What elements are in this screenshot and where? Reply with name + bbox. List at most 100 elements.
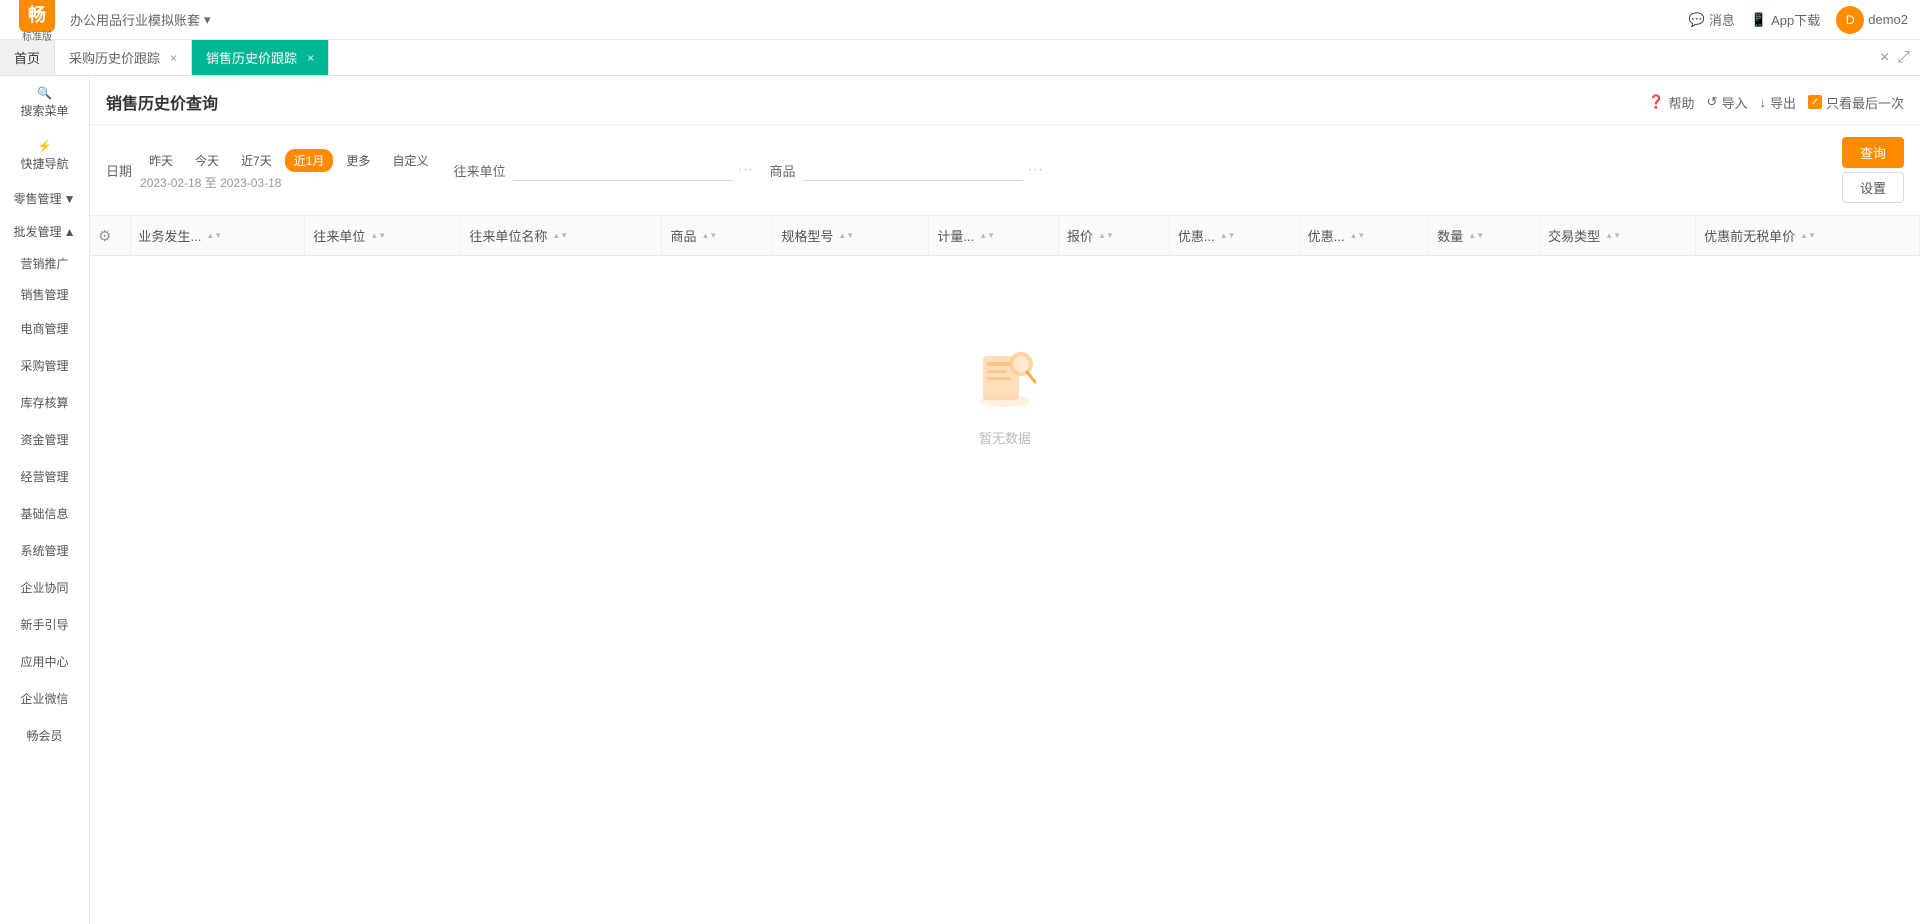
- col-pretax-price[interactable]: 优惠前无税单价 ▲▼: [1696, 216, 1920, 256]
- date-btn-more[interactable]: 更多: [337, 149, 379, 172]
- message-btn[interactable]: 💬 消息: [1689, 10, 1735, 29]
- sidebar-label-search-menu: 搜索菜单: [20, 102, 68, 119]
- import-btn[interactable]: ↺ 导入: [1707, 93, 1748, 112]
- app-selector[interactable]: 办公用品行业模拟账套 ▾: [70, 10, 211, 29]
- sidebar-item-quick-nav[interactable]: ⚡ 快捷导航: [0, 129, 89, 182]
- tab-sales-history-close[interactable]: ×: [307, 52, 314, 64]
- date-btn-7days[interactable]: 近7天: [232, 149, 281, 172]
- query-button[interactable]: 查询: [1842, 137, 1904, 168]
- sidebar-item-purchase[interactable]: 采购管理: [0, 347, 89, 384]
- col-spec[interactable]: 规格型号 ▲▼: [773, 216, 929, 256]
- empty-illustration: [965, 336, 1045, 416]
- sidebar-item-sales-mgmt[interactable]: 销售管理: [0, 279, 89, 310]
- page-title: 销售历史价查询: [106, 90, 218, 114]
- sidebar-item-enterprise-wechat[interactable]: 企业微信: [0, 680, 89, 717]
- only-last-checkbox[interactable]: ✓ 只看最后一次: [1808, 93, 1904, 112]
- sort-biz-date-icon: ▲▼: [206, 231, 222, 240]
- sort-trade-type-icon: ▲▼: [1605, 231, 1621, 240]
- sidebar-item-enterprise-collab[interactable]: 企业协同: [0, 569, 89, 606]
- export-label: 导出: [1770, 93, 1796, 112]
- col-partner-name[interactable]: 往来单位名称 ▲▼: [461, 216, 662, 256]
- settings-button[interactable]: 设置: [1842, 172, 1904, 203]
- sidebar-item-wholesale-mgmt[interactable]: 批发管理 ▲: [0, 215, 89, 248]
- settings-gear-icon[interactable]: ⚙: [98, 228, 111, 245]
- sidebar-label-member: 畅会员: [26, 727, 62, 744]
- col-quantity[interactable]: 数量 ▲▼: [1429, 216, 1540, 256]
- col-biz-date[interactable]: 业务发生... ▲▼: [130, 216, 305, 256]
- partner-input-group: ···: [513, 159, 753, 181]
- logo-icon: 畅: [19, 0, 55, 32]
- sidebar-label-operations: 经营管理: [20, 468, 68, 485]
- tab-purchase-history-label: 采购历史价跟踪: [69, 48, 160, 67]
- tabbar: 首页 采购历史价跟踪 × 销售历史价跟踪 × × ⤢: [0, 40, 1920, 76]
- sort-quote-icon: ▲▼: [1098, 231, 1114, 240]
- main-content: 销售历史价查询 ❓ 帮助 ↺ 导入 ↓ 导出 ✓: [90, 76, 1920, 924]
- col-discount1[interactable]: 优惠... ▲▼: [1169, 216, 1299, 256]
- sort-pretax-price-icon: ▲▼: [1800, 231, 1816, 240]
- sidebar-item-finance[interactable]: 资金管理: [0, 421, 89, 458]
- col-quote[interactable]: 报价 ▲▼: [1059, 216, 1170, 256]
- sidebar-item-ecommerce[interactable]: 电商管理: [0, 310, 89, 347]
- col-unit[interactable]: 计量... ▲▼: [929, 216, 1059, 256]
- user-profile[interactable]: D demo2: [1836, 6, 1908, 34]
- import-icon: ↺: [1707, 94, 1718, 110]
- partner-filter-group: 往来单位 ···: [453, 159, 753, 181]
- col-partner-code[interactable]: 往来单位 ▲▼: [305, 216, 461, 256]
- sidebar-item-app-center[interactable]: 应用中心: [0, 643, 89, 680]
- date-btn-today[interactable]: 今天: [186, 149, 228, 172]
- sidebar-item-search-menu[interactable]: 🔍 搜索菜单: [0, 76, 89, 129]
- col-settings[interactable]: ⚙: [90, 216, 130, 256]
- sort-discount2-icon: ▲▼: [1349, 231, 1365, 240]
- tab-purchase-history-close[interactable]: ×: [170, 52, 177, 64]
- sidebar-item-operations[interactable]: 经营管理: [0, 458, 89, 495]
- date-btn-yesterday[interactable]: 昨天: [140, 149, 182, 172]
- import-label: 导入: [1721, 93, 1747, 112]
- date-filter-col: 昨天 今天 近7天 近1月 更多 自定义 2023-02-18 至 2023-0…: [140, 149, 437, 191]
- table-header-row: ⚙ 业务发生... ▲▼ 往来单位: [90, 216, 1920, 256]
- col-discount2[interactable]: 优惠... ▲▼: [1299, 216, 1429, 256]
- avatar: D: [1836, 6, 1864, 34]
- goods-input-group: ···: [803, 159, 1043, 181]
- sidebar-item-inventory[interactable]: 库存核算: [0, 384, 89, 421]
- partner-input[interactable]: [513, 159, 733, 181]
- goods-filter-group: 商品 ···: [769, 159, 1043, 181]
- sidebar-item-beginner-guide[interactable]: 新手引导: [0, 606, 89, 643]
- goods-dots-btn[interactable]: ···: [1027, 161, 1043, 179]
- date-btn-1month[interactable]: 近1月: [285, 149, 334, 172]
- expand-btn[interactable]: ⤢: [1897, 49, 1910, 67]
- date-buttons: 昨天 今天 近7天 近1月 更多 自定义: [140, 149, 437, 172]
- app-download-btn[interactable]: 📱 App下载: [1751, 10, 1820, 29]
- topbar-right: 💬 消息 📱 App下载 D demo2: [1689, 6, 1908, 34]
- sidebar-item-system-mgmt[interactable]: 系统管理: [0, 532, 89, 569]
- close-all-tabs-btn[interactable]: ×: [1880, 49, 1889, 67]
- sidebar-label-beginner-guide: 新手引导: [20, 616, 68, 633]
- table-head: ⚙ 业务发生... ▲▼ 往来单位: [90, 216, 1920, 256]
- date-filter-group: 日期 昨天 今天 近7天 近1月 更多 自定义 2023-02-18 至 202…: [106, 149, 437, 191]
- tab-home-label: 首页: [14, 48, 40, 67]
- sidebar-item-marketing[interactable]: 营销推广: [0, 248, 89, 279]
- retail-mgmt-arrow-icon: ▼: [64, 192, 76, 206]
- tab-sales-history[interactable]: 销售历史价跟踪 ×: [192, 40, 329, 75]
- export-btn[interactable]: ↓ 导出: [1759, 93, 1796, 112]
- logo-box: 畅 标准版: [12, 2, 62, 38]
- help-btn[interactable]: ❓ 帮助: [1648, 93, 1694, 112]
- sort-spec-icon: ▲▼: [838, 231, 854, 240]
- col-trade-type[interactable]: 交易类型 ▲▼: [1540, 216, 1696, 256]
- partner-label: 往来单位: [453, 161, 505, 180]
- tab-purchase-history[interactable]: 采购历史价跟踪 ×: [55, 40, 192, 75]
- topbar-left: 畅 标准版 办公用品行业模拟账套 ▾: [12, 2, 211, 38]
- wholesale-mgmt-arrow-icon: ▲: [64, 225, 76, 239]
- col-goods[interactable]: 商品 ▲▼: [662, 216, 773, 256]
- sidebar-item-member[interactable]: 畅会员: [0, 717, 89, 754]
- date-btn-custom[interactable]: 自定义: [383, 149, 437, 172]
- sidebar-item-basic-info[interactable]: 基础信息: [0, 495, 89, 532]
- sidebar-item-retail-mgmt[interactable]: 零售管理 ▼: [0, 182, 89, 215]
- tab-home[interactable]: 首页: [0, 40, 55, 75]
- goods-input[interactable]: [803, 159, 1023, 181]
- message-label: 消息: [1709, 10, 1735, 29]
- action-buttons: 查询 设置: [1842, 137, 1904, 203]
- partner-dots-btn[interactable]: ···: [737, 161, 753, 179]
- filter-bar: 日期 昨天 今天 近7天 近1月 更多 自定义 2023-02-18 至 202…: [90, 125, 1920, 216]
- page-header: 销售历史价查询 ❓ 帮助 ↺ 导入 ↓ 导出 ✓: [90, 76, 1920, 125]
- sidebar-label-marketing: 营销推广: [20, 257, 68, 271]
